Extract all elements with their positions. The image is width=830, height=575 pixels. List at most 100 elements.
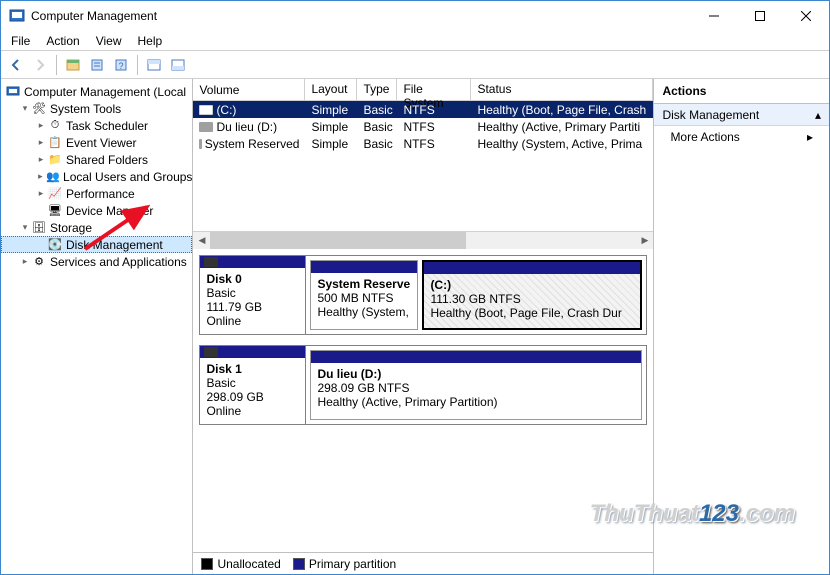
col-filesystem[interactable]: File System <box>397 79 471 100</box>
tree-local-users[interactable]: ▸👥Local Users and Groups <box>1 168 192 185</box>
chevron-right-icon[interactable]: ▸ <box>35 137 47 148</box>
partition-size: 298.09 GB NTFS <box>317 381 409 395</box>
view-top-button[interactable] <box>143 54 165 76</box>
legend-label: Primary partition <box>309 557 396 571</box>
chevron-right-icon[interactable]: ▸ <box>19 256 31 267</box>
tree-root[interactable]: Computer Management (Local <box>1 83 192 100</box>
volume-row[interactable]: System Reserved Simple Basic NTFS Health… <box>193 135 653 152</box>
disk-state: Online <box>206 404 241 418</box>
close-button[interactable] <box>783 1 829 31</box>
volume-status: Healthy (Active, Primary Partiti <box>471 120 653 134</box>
disk-type: Basic <box>206 376 235 390</box>
back-button[interactable] <box>5 54 27 76</box>
disk-icon <box>204 257 218 267</box>
scroll-left-button[interactable]: ◀ <box>193 232 210 249</box>
drive-icon <box>199 139 201 149</box>
actions-section[interactable]: Disk Management ▴ <box>654 104 829 126</box>
folder-icon: 📁 <box>47 152 63 168</box>
scroll-thumb[interactable] <box>210 232 466 249</box>
col-status[interactable]: Status <box>471 79 653 100</box>
col-layout[interactable]: Layout <box>305 79 357 100</box>
app-icon <box>9 8 25 24</box>
forward-button[interactable] <box>29 54 51 76</box>
volume-name: (C:) <box>216 103 236 117</box>
clock-icon: ⏱ <box>47 118 63 134</box>
disk-label: Disk 1 Basic 298.09 GB Online <box>200 346 306 424</box>
volume-fs: NTFS <box>397 103 471 117</box>
legend-swatch-primary <box>293 558 305 570</box>
disk-row[interactable]: Disk 0 Basic 111.79 GB Online System Res… <box>199 255 647 335</box>
menu-action[interactable]: Action <box>46 34 79 48</box>
disk-state: Online <box>206 314 241 328</box>
tree-disk-management[interactable]: 💽Disk Management <box>1 236 192 253</box>
show-hide-console-tree-button[interactable] <box>62 54 84 76</box>
device-icon: 🖥 <box>47 203 63 219</box>
disk-name: Disk 0 <box>206 272 241 286</box>
menu-help[interactable]: Help <box>138 34 163 48</box>
partition-status: Healthy (System, <box>317 305 408 319</box>
chevron-down-icon[interactable]: ▾ <box>19 103 31 114</box>
disk-row[interactable]: Disk 1 Basic 298.09 GB Online Du lieu (D… <box>199 345 647 425</box>
volume-layout: Simple <box>305 120 357 134</box>
tree-root-label: Computer Management (Local <box>24 85 186 99</box>
volume-row[interactable]: (C:) Simple Basic NTFS Healthy (Boot, Pa… <box>193 101 653 118</box>
chevron-right-icon[interactable]: ▸ <box>35 171 46 182</box>
menu-file[interactable]: File <box>11 34 30 48</box>
volume-name: System Reserved <box>205 137 300 151</box>
properties-button[interactable] <box>86 54 108 76</box>
tree-label: Services and Applications <box>50 255 187 269</box>
disk-name: Disk 1 <box>206 362 241 376</box>
tree-label: Event Viewer <box>66 136 136 150</box>
computer-icon <box>5 84 21 100</box>
tree-task-scheduler[interactable]: ▸⏱Task Scheduler <box>1 117 192 134</box>
partition-status: Healthy (Active, Primary Partition) <box>317 395 497 409</box>
event-icon: 📋 <box>47 135 63 151</box>
tools-icon: 🛠 <box>31 101 47 117</box>
tree-storage[interactable]: ▾🗄Storage <box>1 219 192 236</box>
menubar: File Action View Help <box>1 31 829 51</box>
chevron-right-icon[interactable]: ▸ <box>35 154 47 165</box>
col-type[interactable]: Type <box>357 79 397 100</box>
partition[interactable]: (C:) 111.30 GB NTFS Healthy (Boot, Page … <box>422 260 642 330</box>
tree-device-manager[interactable]: 🖥Device Manager <box>1 202 192 219</box>
partition-title: (C:) <box>430 278 451 292</box>
disk-icon: 💽 <box>47 237 63 253</box>
chevron-right-icon[interactable]: ▸ <box>35 188 47 199</box>
view-bottom-button[interactable] <box>167 54 189 76</box>
legend-label: Unallocated <box>217 557 280 571</box>
volume-layout: Simple <box>305 137 357 151</box>
actions-header: Actions <box>654 79 829 104</box>
tree-system-tools[interactable]: ▾ 🛠 System Tools <box>1 100 192 117</box>
volume-row[interactable]: Du lieu (D:) Simple Basic NTFS Healthy (… <box>193 118 653 135</box>
scroll-right-button[interactable]: ▶ <box>636 232 653 249</box>
partition[interactable]: System Reserve 500 MB NTFS Healthy (Syst… <box>310 260 418 330</box>
partition-size: 500 MB NTFS <box>317 291 393 305</box>
volume-status: Healthy (Boot, Page File, Crash <box>471 103 653 117</box>
minimize-button[interactable] <box>691 1 737 31</box>
chevron-right-icon: ▸ <box>807 130 813 144</box>
horizontal-scrollbar[interactable]: ◀ ▶ <box>193 231 653 248</box>
tree-shared-folders[interactable]: ▸📁Shared Folders <box>1 151 192 168</box>
disk-size: 298.09 GB <box>206 390 263 404</box>
window-titlebar: Computer Management <box>1 1 829 31</box>
disk-icon <box>204 347 218 357</box>
collapse-icon: ▴ <box>815 108 821 122</box>
actions-more[interactable]: More Actions ▸ <box>654 126 829 148</box>
col-volume[interactable]: Volume <box>193 79 305 100</box>
actions-more-label: More Actions <box>670 130 739 144</box>
maximize-button[interactable] <box>737 1 783 31</box>
volume-fs: NTFS <box>397 137 471 151</box>
menu-view[interactable]: View <box>96 34 122 48</box>
tree-label: Task Scheduler <box>66 119 148 133</box>
tree-performance[interactable]: ▸📈Performance <box>1 185 192 202</box>
chevron-down-icon[interactable]: ▾ <box>19 222 31 233</box>
volume-type: Basic <box>357 103 397 117</box>
chevron-right-icon[interactable]: ▸ <box>35 120 47 131</box>
tree-label: Device Manager <box>66 204 153 218</box>
help-button[interactable]: ? <box>110 54 132 76</box>
tree-event-viewer[interactable]: ▸📋Event Viewer <box>1 134 192 151</box>
tree-services[interactable]: ▸⚙Services and Applications <box>1 253 192 270</box>
volume-list[interactable]: Volume Layout Type File System Status (C… <box>193 79 653 249</box>
partition[interactable]: Du lieu (D:) 298.09 GB NTFS Healthy (Act… <box>310 350 642 420</box>
console-tree[interactable]: Computer Management (Local ▾ 🛠 System To… <box>1 79 193 574</box>
